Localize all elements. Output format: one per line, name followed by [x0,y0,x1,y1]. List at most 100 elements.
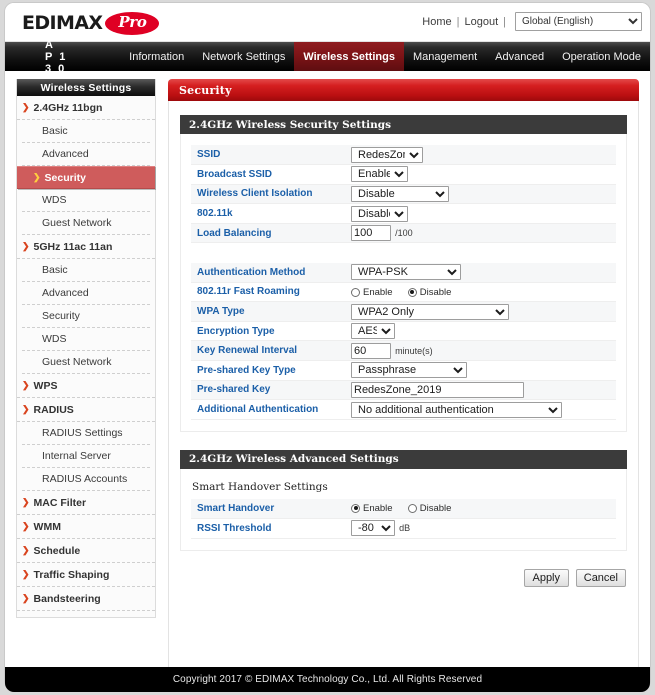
sidebar-item-24-guest-network[interactable]: Guest Network [22,212,150,235]
logout-link[interactable]: Logout [464,16,498,28]
page-title: Security [168,79,639,101]
sidebar-item-5-guest-network[interactable]: Guest Network [22,351,150,374]
nav-tab-network-settings[interactable]: Network Settings [193,42,294,71]
additional-authentication-select[interactable]: No additional authentication [351,401,562,418]
form-row-key-renewal: Key Renewal Interval minute(s) [191,340,616,362]
sidebar-item-5-wds[interactable]: WDS [22,328,150,351]
sidebar-panel: Wireless Settings ❯ 2.4GHz 11bgn Basic A… [16,79,156,618]
sidebar-group-label: WPS [33,379,58,392]
sidebar-group-label: WMM [33,520,61,533]
wireless-client-isolation-select[interactable]: Disable [351,185,449,202]
pre-shared-key-type-select[interactable]: Passphrase [351,362,467,379]
sidebar-item-24-security[interactable]: ❯ Security [17,166,155,189]
security-form-table: SSID RedesZone Broadcast SSID Enable Wir… [191,145,616,420]
label-wireless-client-isolation: Wireless Client Isolation [191,184,349,205]
sidebar: Wireless Settings ❯ 2.4GHz 11bgn Basic A… [5,71,165,678]
chevron-right-icon: ❯ [22,521,30,531]
encryption-type-select[interactable]: AES [351,323,395,340]
separator-1: | [456,15,460,28]
nav-tab-operation-mode[interactable]: Operation Mode [553,42,650,71]
form-row-client-isolation: Wireless Client Isolation Disable [191,184,616,205]
form-row-fast-roaming: 802.11r Fast Roaming Enable Disable [191,282,616,303]
advanced-card-title: 2.4GHz Wireless Advanced Settings [180,449,627,469]
label-authentication-method: Authentication Method [191,262,349,283]
advanced-card-body: Smart Handover Settings Smart Handover E… [180,468,627,551]
label-rssi-threshold: RSSI Threshold [191,518,349,539]
form-row-wpa-type: WPA Type WPA2 Only [191,301,616,322]
sidebar-item-24-advanced[interactable]: Advanced [22,143,150,166]
radio-label: Disable [419,502,452,514]
chevron-right-icon: ❯ [22,380,30,390]
key-renewal-interval-input[interactable] [351,342,391,359]
radio-label: Enable [363,286,393,298]
form-row-psk: Pre-shared Key [191,380,616,401]
form-row-load-balancing: Load Balancing /100 [191,223,616,244]
apply-button[interactable]: Apply [523,568,569,587]
sidebar-item-24-wds[interactable]: WDS [22,189,150,212]
sidebar-item-5-basic[interactable]: Basic [22,259,150,282]
chevron-right-icon: ❯ [22,545,30,555]
label-load-balancing: Load Balancing [191,223,349,244]
nav-tab-information[interactable]: Information [120,42,193,71]
sidebar-item-5-security[interactable]: Security [22,305,150,328]
top-right-controls: Home | Logout | Global (English) [422,12,642,31]
nav-tab-wireless-settings[interactable]: Wireless Settings [294,42,404,71]
separator-2: | [503,15,506,28]
broadcast-ssid-select[interactable]: Enable [351,166,408,183]
sidebar-group-bandsteering[interactable]: ❯ Bandsteering [17,587,155,611]
label-pre-shared-key-type: Pre-shared Key Type [191,360,349,381]
sidebar-group-radius[interactable]: ❯ RADIUS [17,398,155,422]
sidebar-group-wmm[interactable]: ❯ WMM [17,515,155,539]
sidebar-group-schedule[interactable]: ❯ Schedule [17,539,155,563]
sidebar-group-traffic-shaping[interactable]: ❯ Traffic Shaping [17,563,155,587]
radio-circle-selected-icon [351,503,360,513]
form-row-spacer [191,243,616,263]
main-nav-bar: O A P 1 3 0 0 Information Network Settin… [5,27,650,87]
form-row-rssi-threshold: RSSI Threshold -80 dB [191,518,616,539]
home-link[interactable]: Home [422,16,451,28]
form-row-ssid: SSID RedesZone [191,145,616,166]
sidebar-item-24-basic[interactable]: Basic [22,120,150,143]
radio-circle-icon [351,287,360,297]
key-renewal-unit: minute(s) [395,345,433,356]
sidebar-group-wps[interactable]: ❯ WPS [17,374,155,398]
pre-shared-key-input[interactable] [351,381,524,398]
language-select[interactable]: Global (English) [515,12,642,31]
fast-roaming-enable-radio[interactable]: Enable [351,287,393,298]
sidebar-item-label: Security [44,171,86,184]
sidebar-group-24ghz[interactable]: ❯ 2.4GHz 11bgn [17,96,155,120]
advanced-form-table: Smart Handover Enable Disable RSSI Thres… [191,498,616,539]
cancel-button[interactable]: Cancel [575,568,626,587]
smart-handover-disable-radio[interactable]: Disable [407,502,452,514]
fast-roaming-disable-radio[interactable]: Disable [407,287,451,298]
sidebar-item-5-advanced[interactable]: Advanced [22,282,150,305]
sidebar-group-label: 2.4GHz 11bgn [33,101,103,114]
edimax-pro-logo: EDIMAX Pro [22,11,160,35]
nav-tab-management[interactable]: Management [404,42,486,71]
label-802-11k: 802.11k [191,203,349,224]
chevron-right-icon: ❯ [33,172,41,182]
sidebar-group-5ghz[interactable]: ❯ 5GHz 11ac 11an [17,235,155,259]
security-card-body: SSID RedesZone Broadcast SSID Enable Wir… [180,134,627,432]
nav-tab-advanced[interactable]: Advanced [486,42,553,71]
sidebar-item-internal-server[interactable]: Internal Server [22,445,150,468]
rssi-threshold-select[interactable]: -80 [351,520,395,537]
label-wpa-type: WPA Type [191,301,349,322]
label-additional-authentication: Additional Authentication [191,399,349,420]
app-window: EDIMAX Pro Home | Logout | Global (Engli… [0,0,655,695]
wpa-type-select[interactable]: WPA2 Only [351,303,509,320]
sidebar-group-mac-filter[interactable]: ❯ MAC Filter [17,491,155,515]
radio-circle-icon [407,503,417,513]
sidebar-item-radius-settings[interactable]: RADIUS Settings [22,422,150,445]
label-broadcast-ssid: Broadcast SSID [191,164,349,185]
802-11k-select[interactable]: Disable [351,205,408,222]
content-area: Wireless Settings ❯ 2.4GHz 11bgn Basic A… [5,71,650,678]
ssid-select[interactable]: RedesZone [351,146,423,163]
load-balancing-input[interactable] [351,225,391,242]
authentication-method-select[interactable]: WPA-PSK [351,264,461,281]
chevron-right-icon: ❯ [22,497,30,507]
sidebar-item-radius-accounts[interactable]: RADIUS Accounts [22,468,150,491]
smart-handover-enable-radio[interactable]: Enable [351,503,393,514]
sidebar-group-label: Traffic Shaping [33,568,110,581]
sidebar-group-label: MAC Filter [33,496,87,509]
